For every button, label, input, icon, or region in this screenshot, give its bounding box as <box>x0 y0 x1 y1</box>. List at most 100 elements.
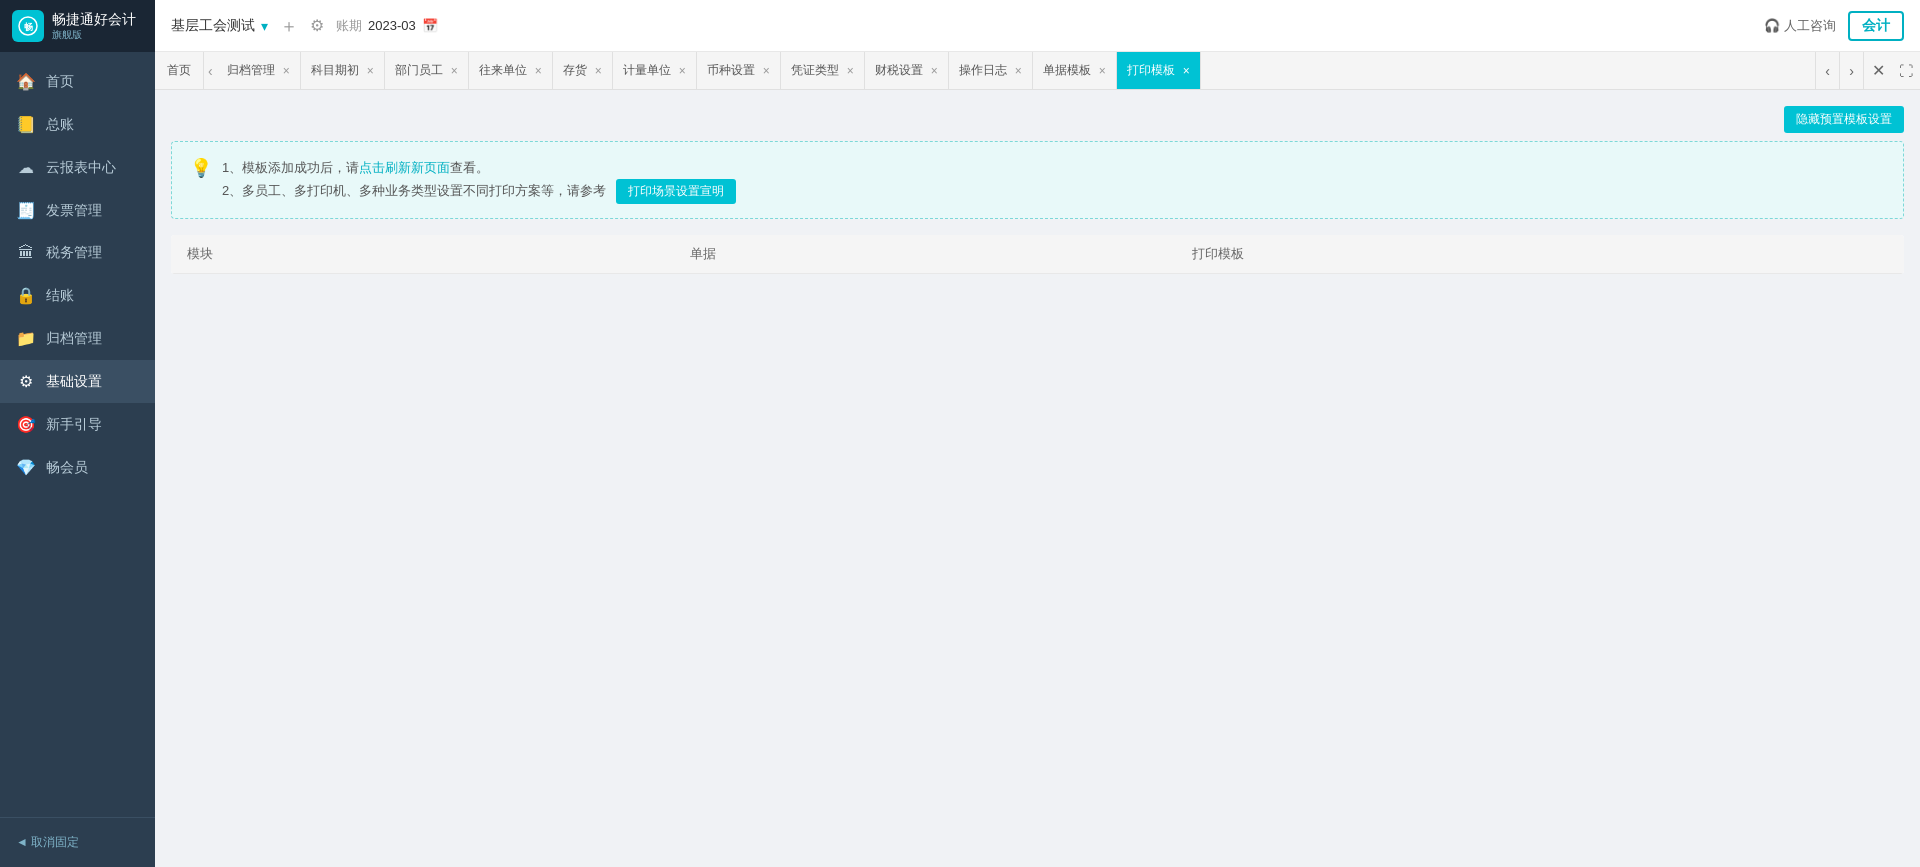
sidebar-item-settings[interactable]: ⚙ 基础设置 <box>0 360 155 403</box>
sidebar-navigation: 🏠 首页 📒 总账 ☁ 云报表中心 🧾 发票管理 🏛 税务管理 🔒 结账 📁 归… <box>0 52 155 817</box>
col-module: 模块 <box>171 235 674 274</box>
tab-currency[interactable]: 币种设置 × <box>697 52 781 90</box>
tabs-close-all[interactable]: ✕ <box>1864 52 1892 90</box>
tab-inventory-close[interactable]: × <box>595 64 602 78</box>
sidebar-item-label-member: 畅会员 <box>46 459 88 477</box>
sidebar-item-label-closing: 结账 <box>46 287 74 305</box>
tab-tax-settings-label: 财税设置 <box>875 62 923 79</box>
tab-archive-mgmt-label: 归档管理 <box>227 62 275 79</box>
template-data-table: 模块 单据 打印模板 <box>171 235 1904 274</box>
main-area: 基层工会测试 ▾ ＋ ⚙ 账期 2023-03 📅 🎧 人工咨询 会计 首页 ‹… <box>155 0 1920 867</box>
tab-operation-log-close[interactable]: × <box>1015 64 1022 78</box>
lock-icon: 🔒 <box>16 286 36 305</box>
tax-icon: 🏛 <box>16 244 36 262</box>
topbar-right: 🎧 人工咨询 会计 <box>1764 11 1904 41</box>
tab-single-voucher[interactable]: 单据模板 × <box>1033 52 1117 90</box>
logo-icon: 畅 <box>12 10 44 42</box>
company-name: 基层工会测试 <box>171 17 255 35</box>
info-line2-prefix: 2、多员工、多打印机、多种业务类型设置不同打印方案等，请参考 <box>222 183 606 198</box>
svg-text:畅: 畅 <box>24 22 33 32</box>
tab-vendor-label: 往来单位 <box>479 62 527 79</box>
sidebar-logo: 畅 畅捷通好会计 旗舰版 <box>0 0 155 52</box>
tab-subject-init-close[interactable]: × <box>367 64 374 78</box>
info-text-block: 1、模板添加成功后，请点击刷新新页面查看。 2、多员工、多打印机、多种业务类型设… <box>222 156 736 204</box>
tabs-scroll-left[interactable]: ‹ <box>1816 52 1840 90</box>
member-icon: 💎 <box>16 458 36 477</box>
app-name: 畅捷通好会计 <box>52 10 136 28</box>
unpin-label: ◄ 取消固定 <box>16 834 79 851</box>
company-dropdown-icon[interactable]: ▾ <box>261 18 268 34</box>
tab-inventory-label: 存货 <box>563 62 587 79</box>
service-button[interactable]: 🎧 人工咨询 <box>1764 17 1836 35</box>
sidebar-item-home[interactable]: 🏠 首页 <box>0 60 155 103</box>
tab-nav-prev[interactable]: ‹ <box>204 63 217 79</box>
col-print-template: 打印模板 <box>1176 235 1904 274</box>
sidebar-item-ledger[interactable]: 📒 总账 <box>0 103 155 146</box>
print-scene-button[interactable]: 打印场景设置宣明 <box>616 179 736 204</box>
sidebar-item-label-reports: 云报表中心 <box>46 159 116 177</box>
sidebar-item-member[interactable]: 💎 畅会员 <box>0 446 155 489</box>
add-company-button[interactable]: ＋ <box>280 14 298 38</box>
sidebar-item-label-home: 首页 <box>46 73 74 91</box>
tab-inventory[interactable]: 存货 × <box>553 52 613 90</box>
info-line1-prefix: 1、模板添加成功后，请 <box>222 160 359 175</box>
tab-subject-init[interactable]: 科目期初 × <box>301 52 385 90</box>
tab-subject-init-label: 科目期初 <box>311 62 359 79</box>
tab-dept-employee[interactable]: 部门员工 × <box>385 52 469 90</box>
tab-voucher-type-close[interactable]: × <box>847 64 854 78</box>
tab-operation-log[interactable]: 操作日志 × <box>949 52 1033 90</box>
tab-home-label: 首页 <box>167 62 191 79</box>
tab-print-template[interactable]: 打印模板 × <box>1117 52 1201 90</box>
period-selector: 账期 2023-03 📅 <box>336 17 438 35</box>
sidebar-item-tax[interactable]: 🏛 税务管理 <box>0 232 155 274</box>
sidebar-item-closing[interactable]: 🔒 结账 <box>0 274 155 317</box>
settings-icon: ⚙ <box>16 372 36 391</box>
tab-archive-mgmt-close[interactable]: × <box>283 64 290 78</box>
ledger-icon: 📒 <box>16 115 36 134</box>
tab-vendor-close[interactable]: × <box>535 64 542 78</box>
cloud-icon: ☁ <box>16 158 36 177</box>
sidebar-item-archive[interactable]: 📁 归档管理 <box>0 317 155 360</box>
period-value: 2023-03 <box>368 18 416 33</box>
sidebar-item-guide[interactable]: 🎯 新手引导 <box>0 403 155 446</box>
tab-tax-settings[interactable]: 财税设置 × <box>865 52 949 90</box>
info-line1-suffix: 查看。 <box>450 160 489 175</box>
tab-print-template-close[interactable]: × <box>1183 64 1190 78</box>
tab-measure-unit[interactable]: 计量单位 × <box>613 52 697 90</box>
hide-template-button[interactable]: 隐藏预置模板设置 <box>1784 106 1904 133</box>
company-selector[interactable]: 基层工会测试 ▾ <box>171 17 268 35</box>
tab-dept-employee-label: 部门员工 <box>395 62 443 79</box>
tab-currency-close[interactable]: × <box>763 64 770 78</box>
tab-vendor[interactable]: 往来单位 × <box>469 52 553 90</box>
sidebar-item-label-settings: 基础设置 <box>46 373 102 391</box>
tab-measure-unit-label: 计量单位 <box>623 62 671 79</box>
tab-voucher-type[interactable]: 凭证类型 × <box>781 52 865 90</box>
sidebar-item-label-ledger: 总账 <box>46 116 74 134</box>
print-template-table: 模块 单据 打印模板 <box>171 235 1904 274</box>
tab-measure-unit-close[interactable]: × <box>679 64 686 78</box>
logo-text-group: 畅捷通好会计 旗舰版 <box>52 10 136 42</box>
tab-archive-mgmt[interactable]: 归档管理 × <box>217 52 301 90</box>
tab-tax-settings-close[interactable]: × <box>931 64 938 78</box>
tab-currency-label: 币种设置 <box>707 62 755 79</box>
company-settings-icon[interactable]: ⚙ <box>310 16 324 35</box>
content-area: 隐藏预置模板设置 💡 1、模板添加成功后，请点击刷新新页面查看。 2、多员工、多… <box>155 90 1920 867</box>
tab-single-voucher-close[interactable]: × <box>1099 64 1106 78</box>
accountant-label: 会计 <box>1862 17 1890 33</box>
sidebar-item-invoice[interactable]: 🧾 发票管理 <box>0 189 155 232</box>
unpin-button[interactable]: ◄ 取消固定 <box>0 817 155 867</box>
tabs-expand[interactable]: ⛶ <box>1892 52 1920 90</box>
archive-icon: 📁 <box>16 329 36 348</box>
home-icon: 🏠 <box>16 72 36 91</box>
tab-dept-employee-close[interactable]: × <box>451 64 458 78</box>
sidebar-item-label-archive: 归档管理 <box>46 330 102 348</box>
tabs-scroll-right[interactable]: › <box>1840 52 1864 90</box>
refresh-link[interactable]: 点击刷新新页面 <box>359 160 450 175</box>
accountant-button[interactable]: 会计 <box>1848 11 1904 41</box>
calendar-icon[interactable]: 📅 <box>422 18 438 33</box>
tab-home[interactable]: 首页 <box>155 52 204 90</box>
sidebar-item-reports[interactable]: ☁ 云报表中心 <box>0 146 155 189</box>
info-banner: 💡 1、模板添加成功后，请点击刷新新页面查看。 2、多员工、多打印机、多种业务类… <box>171 141 1904 219</box>
tab-voucher-type-label: 凭证类型 <box>791 62 839 79</box>
sidebar-item-label-guide: 新手引导 <box>46 416 102 434</box>
